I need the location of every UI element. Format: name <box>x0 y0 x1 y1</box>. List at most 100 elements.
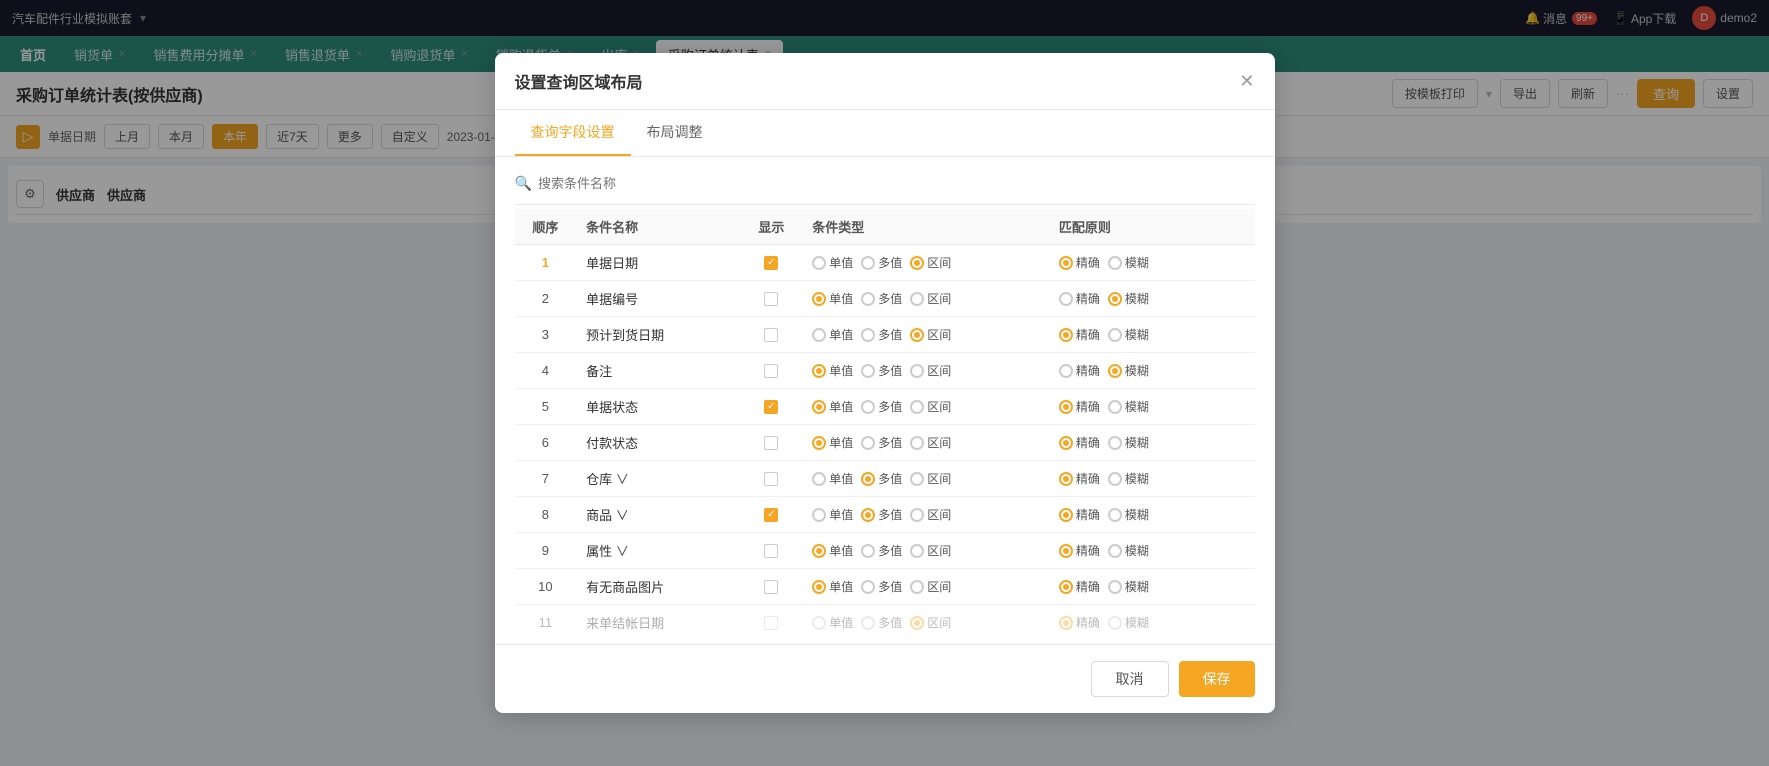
match-radio-模糊-5[interactable]: 模糊 <box>1108 398 1149 415</box>
type-radio-区间-3[interactable]: 区间 <box>910 326 951 343</box>
row-type-7: 单值多值区间 <box>802 461 1049 497</box>
match-radio-精确-6[interactable]: 精确 <box>1059 434 1100 451</box>
type-radio-区间-2[interactable]: 区间 <box>910 290 951 307</box>
match-radio-精确-3[interactable]: 精确 <box>1059 326 1100 343</box>
row-display-10[interactable] <box>741 569 803 605</box>
checkbox-display-10[interactable] <box>764 580 778 594</box>
type-radio-区间-6[interactable]: 区间 <box>910 434 951 451</box>
type-radio-多值-2[interactable]: 多值 <box>861 290 902 307</box>
search-input[interactable] <box>538 176 1255 191</box>
type-radio-区间-7[interactable]: 区间 <box>910 470 951 487</box>
table-row: 7仓库 ∨单值多值区间精确模糊 <box>515 461 1255 497</box>
row-display-8[interactable]: ✓ <box>741 497 803 533</box>
row-name-3: 预计到货日期 <box>576 317 740 353</box>
type-radio-多值-8[interactable]: 多值 <box>861 506 902 523</box>
type-radio-单值-9[interactable]: 单值 <box>812 542 853 559</box>
match-radio-模糊-2[interactable]: 模糊 <box>1108 290 1149 307</box>
type-radio-单值-2[interactable]: 单值 <box>812 290 853 307</box>
checkbox-display-8[interactable]: ✓ <box>764 508 778 522</box>
match-radio-模糊-1[interactable]: 模糊 <box>1108 254 1149 271</box>
row-display-1[interactable]: ✓ <box>741 245 803 281</box>
row-match-3: 精确模糊 <box>1049 317 1255 353</box>
type-radio-区间-5[interactable]: 区间 <box>910 398 951 415</box>
table-row: 3预计到货日期单值多值区间精确模糊 <box>515 317 1255 353</box>
tab-query-fields[interactable]: 查询字段设置 <box>515 110 631 156</box>
checkbox-display-9[interactable] <box>764 544 778 558</box>
type-radio-区间-11[interactable]: 区间 <box>910 614 951 631</box>
checkbox-display-3[interactable] <box>764 328 778 342</box>
match-radio-模糊-4[interactable]: 模糊 <box>1108 362 1149 379</box>
type-radio-单值-11[interactable]: 单值 <box>812 614 853 631</box>
row-type-6: 单值多值区间 <box>802 425 1049 461</box>
table-row: 8商品 ∨✓单值多值区间精确模糊 <box>515 497 1255 533</box>
table-row: 4备注单值多值区间精确模糊 <box>515 353 1255 389</box>
type-radio-多值-11[interactable]: 多值 <box>861 614 902 631</box>
match-radio-模糊-6[interactable]: 模糊 <box>1108 434 1149 451</box>
type-radio-多值-9[interactable]: 多值 <box>861 542 902 559</box>
type-radio-多值-4[interactable]: 多值 <box>861 362 902 379</box>
row-display-11[interactable] <box>741 605 803 633</box>
modal-header: 设置查询区域布局 ✕ <box>495 53 1275 110</box>
checkbox-display-7[interactable] <box>764 472 778 486</box>
type-radio-多值-1[interactable]: 多值 <box>861 254 902 271</box>
type-radio-单值-1[interactable]: 单值 <box>812 254 853 271</box>
match-radio-精确-8[interactable]: 精确 <box>1059 506 1100 523</box>
type-radio-单值-6[interactable]: 单值 <box>812 434 853 451</box>
checkbox-display-5[interactable]: ✓ <box>764 400 778 414</box>
type-radio-区间-10[interactable]: 区间 <box>910 578 951 595</box>
match-radio-精确-9[interactable]: 精确 <box>1059 542 1100 559</box>
type-radio-多值-7[interactable]: 多值 <box>861 470 902 487</box>
match-radio-精确-10[interactable]: 精确 <box>1059 578 1100 595</box>
type-radio-多值-3[interactable]: 多值 <box>861 326 902 343</box>
match-radio-模糊-3[interactable]: 模糊 <box>1108 326 1149 343</box>
match-radio-精确-1[interactable]: 精确 <box>1059 254 1100 271</box>
checkbox-display-4[interactable] <box>764 364 778 378</box>
row-type-11: 单值多值区间 <box>802 605 1049 633</box>
type-radio-区间-8[interactable]: 区间 <box>910 506 951 523</box>
type-radio-区间-1[interactable]: 区间 <box>910 254 951 271</box>
match-radio-模糊-9[interactable]: 模糊 <box>1108 542 1149 559</box>
row-match-11: 精确模糊 <box>1049 605 1255 633</box>
type-radio-单值-8[interactable]: 单值 <box>812 506 853 523</box>
row-seq-4: 4 <box>515 353 577 389</box>
type-radio-单值-5[interactable]: 单值 <box>812 398 853 415</box>
type-radio-单值-4[interactable]: 单值 <box>812 362 853 379</box>
type-radio-单值-10[interactable]: 单值 <box>812 578 853 595</box>
match-radio-精确-2[interactable]: 精确 <box>1059 290 1100 307</box>
tab-layout-adjust[interactable]: 布局调整 <box>631 110 719 156</box>
modal-title: 设置查询区域布局 <box>515 69 643 93</box>
row-display-7[interactable] <box>741 461 803 497</box>
match-radio-精确-5[interactable]: 精确 <box>1059 398 1100 415</box>
cancel-button[interactable]: 取消 <box>1091 661 1169 697</box>
row-seq-7: 7 <box>515 461 577 497</box>
match-radio-精确-4[interactable]: 精确 <box>1059 362 1100 379</box>
type-radio-多值-10[interactable]: 多值 <box>861 578 902 595</box>
match-radio-模糊-8[interactable]: 模糊 <box>1108 506 1149 523</box>
row-match-8: 精确模糊 <box>1049 497 1255 533</box>
checkbox-display-6[interactable] <box>764 436 778 450</box>
match-radio-模糊-11[interactable]: 模糊 <box>1108 614 1149 631</box>
row-display-2[interactable] <box>741 281 803 317</box>
row-display-3[interactable] <box>741 317 803 353</box>
save-button[interactable]: 保存 <box>1179 661 1255 697</box>
checkbox-display-2[interactable] <box>764 292 778 306</box>
row-display-9[interactable] <box>741 533 803 569</box>
type-radio-区间-4[interactable]: 区间 <box>910 362 951 379</box>
match-radio-精确-7[interactable]: 精确 <box>1059 470 1100 487</box>
row-display-4[interactable] <box>741 353 803 389</box>
match-radio-模糊-10[interactable]: 模糊 <box>1108 578 1149 595</box>
type-radio-多值-5[interactable]: 多值 <box>861 398 902 415</box>
type-radio-区间-9[interactable]: 区间 <box>910 542 951 559</box>
match-radio-模糊-7[interactable]: 模糊 <box>1108 470 1149 487</box>
type-radio-单值-3[interactable]: 单值 <box>812 326 853 343</box>
row-name-11: 来单结帐日期 <box>576 605 740 633</box>
row-display-6[interactable] <box>741 425 803 461</box>
checkbox-display-11[interactable] <box>764 616 778 630</box>
type-radio-多值-6[interactable]: 多值 <box>861 434 902 451</box>
th-type: 条件类型 <box>802 209 1049 245</box>
type-radio-单值-7[interactable]: 单值 <box>812 470 853 487</box>
checkbox-display-1[interactable]: ✓ <box>764 256 778 270</box>
row-display-5[interactable]: ✓ <box>741 389 803 425</box>
modal-close-button[interactable]: ✕ <box>1239 72 1254 90</box>
match-radio-精确-11[interactable]: 精确 <box>1059 614 1100 631</box>
